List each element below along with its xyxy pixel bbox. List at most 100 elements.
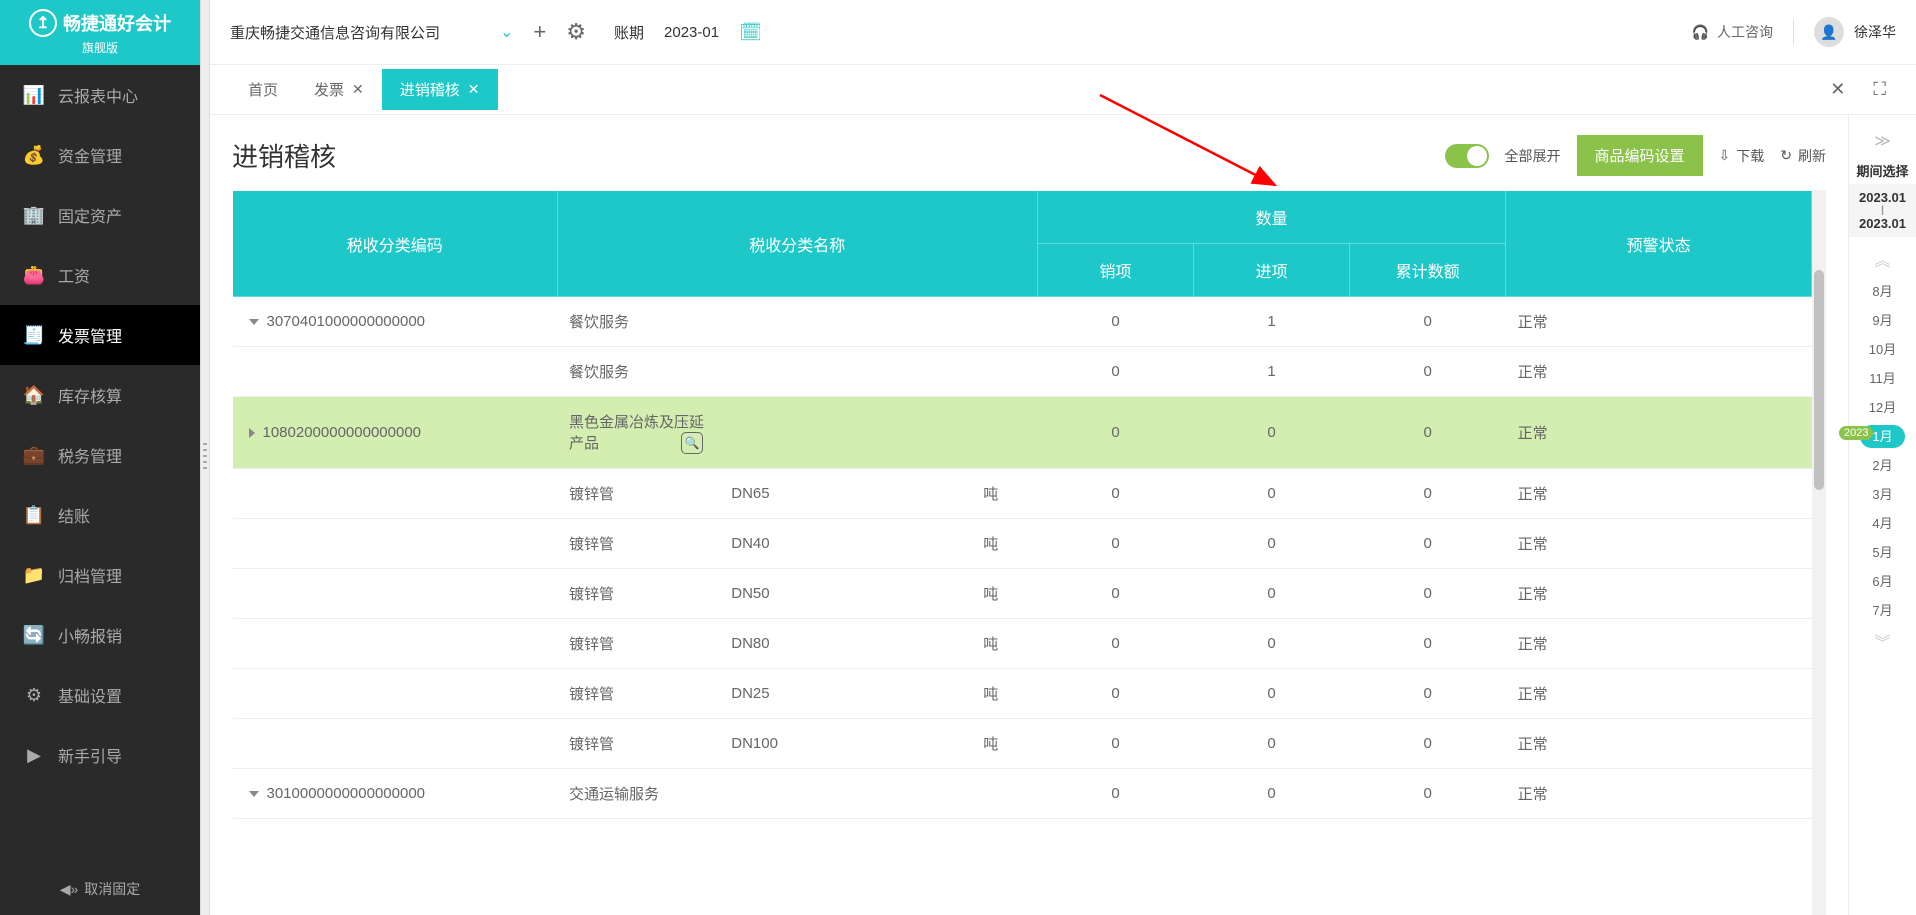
tree-toggle-icon[interactable] [249, 319, 259, 325]
period-collapse-icon[interactable]: ≫ [1868, 125, 1897, 157]
cell-purchase: 0 [1194, 769, 1350, 819]
th-purchase: 进项 [1194, 244, 1350, 297]
month-item[interactable]: 10月 [1869, 339, 1896, 358]
refresh-label: 刷新 [1798, 146, 1826, 166]
scrollbar[interactable] [1812, 190, 1826, 915]
company-name: 重庆畅捷交通信息咨询有限公司 [230, 22, 440, 43]
sidebar-item-6[interactable]: 💼税务管理 [0, 425, 200, 485]
sidebar-item-11[interactable]: ▶新手引导 [0, 725, 200, 785]
month-item[interactable]: 6月 [1872, 571, 1892, 590]
table-row[interactable]: 镀锌管 DN65 吨 0 0 0 正常 [233, 469, 1812, 519]
sidebar-item-7[interactable]: 📋结账 [0, 485, 200, 545]
period-down-icon[interactable]: ︾ [1870, 625, 1894, 657]
cell-purchase: 1 [1194, 297, 1350, 347]
add-button[interactable]: + [533, 19, 546, 45]
month-item[interactable]: 11月 [1869, 368, 1896, 387]
cell-cumulative: 0 [1350, 769, 1506, 819]
table-row[interactable]: 镀锌管 DN25 吨 0 0 0 正常 [233, 669, 1812, 719]
cell-spec [719, 297, 944, 347]
cell-unit [944, 347, 1038, 397]
month-item[interactable]: 4月 [1872, 513, 1892, 532]
table-row[interactable]: 镀锌管 DN50 吨 0 0 0 正常 [233, 569, 1812, 619]
sidebar-icon-8: 📁 [24, 565, 44, 585]
sidebar-item-10[interactable]: ⚙基础设置 [0, 665, 200, 725]
sidebar-item-4[interactable]: 🧾发票管理 [0, 305, 200, 365]
table-row[interactable]: 镀锌管 DN80 吨 0 0 0 正常 [233, 619, 1812, 669]
month-item[interactable]: 2月 [1872, 455, 1892, 474]
month-item[interactable]: 8月 [1872, 281, 1892, 300]
cell-status: 正常 [1506, 469, 1812, 519]
cell-unit: 吨 [944, 469, 1038, 519]
scrollbar-thumb[interactable] [1814, 270, 1824, 490]
period-to: 2023.01 [1853, 216, 1912, 231]
table-row[interactable]: 3070401000000000000 餐饮服务 0 1 0 正常 [233, 297, 1812, 347]
sidebar-item-3[interactable]: 👛工资 [0, 245, 200, 305]
refresh-button[interactable]: ↻ 刷新 [1780, 146, 1826, 166]
cell-unit: 吨 [944, 519, 1038, 569]
settings-icon[interactable]: ⚙ [566, 19, 586, 45]
close-all-tabs[interactable]: ✕ [1820, 79, 1855, 100]
sidebar-item-9[interactable]: 🔄小畅报销 [0, 605, 200, 665]
expand-all-label[interactable]: 全部展开 [1505, 146, 1561, 166]
month-item[interactable]: 12月 [1869, 397, 1896, 416]
tab-label-2: 进销稽核 [400, 79, 460, 100]
cell-status: 正常 [1506, 669, 1812, 719]
support-button[interactable]: 🎧 人工咨询 [1692, 22, 1773, 42]
table-row[interactable]: 1080200000000000000 黑色金属冶炼及压延产品🔍 0 0 0 正… [233, 397, 1812, 469]
tabs: 首页发票✕ 进销稽核 ✕ ✕ ⛶ [210, 65, 1916, 115]
cell-unit [944, 297, 1038, 347]
sidebar-item-5[interactable]: 🏠库存核算 [0, 365, 200, 425]
period-from: 2023.01 [1853, 190, 1912, 205]
table-row[interactable]: 3010000000000000000 交通运输服务 0 0 0 正常 [233, 769, 1812, 819]
cell-spec [719, 347, 944, 397]
fullscreen-icon[interactable]: ⛶ [1863, 79, 1896, 100]
product-code-settings-button[interactable]: 商品编码设置 [1577, 135, 1703, 176]
tab-2[interactable]: 进销稽核 ✕ [382, 69, 498, 110]
cell-status: 正常 [1506, 519, 1812, 569]
month-item[interactable]: 3月 [1872, 484, 1892, 503]
logo[interactable]: ↥ 畅捷通好会计 旗舰版 [0, 0, 200, 65]
expand-toggle[interactable] [1445, 144, 1489, 168]
month-item[interactable]: 9月 [1872, 310, 1892, 329]
tab-0[interactable]: 首页 [230, 69, 296, 110]
th-name: 税收分类名称 [557, 191, 1038, 297]
sidebar-item-0[interactable]: 📊云报表中心 [0, 65, 200, 125]
tab-1[interactable]: 发票✕ [296, 69, 382, 110]
tab-close-1[interactable]: ✕ [352, 81, 364, 98]
sidebar-item-1[interactable]: 💰资金管理 [0, 125, 200, 185]
company-selector[interactable]: 重庆畅捷交通信息咨询有限公司 ⌄ [230, 22, 513, 43]
chevron-down-icon: ⌄ [500, 22, 513, 42]
tree-toggle-icon[interactable] [249, 428, 255, 438]
period-range[interactable]: 2023.01 | 2023.01 [1849, 184, 1916, 237]
audit-table: 税收分类编码 税收分类名称 数量 预警状态 销项 进项 累计数额 [232, 190, 1812, 819]
sidebar-item-8[interactable]: 📁归档管理 [0, 545, 200, 605]
month-item[interactable]: 5月 [1872, 542, 1892, 561]
sidebar-label-3: 工资 [58, 263, 90, 287]
sidebar-label-2: 固定资产 [58, 203, 122, 227]
cell-sales: 0 [1038, 297, 1194, 347]
sidebar-icon-11: ▶ [24, 745, 44, 765]
cell-unit [944, 769, 1038, 819]
sidebar-unpin[interactable]: ◀» 取消固定 [0, 863, 200, 915]
tab-close-2[interactable]: ✕ [468, 81, 480, 98]
table-row[interactable]: 镀锌管 DN40 吨 0 0 0 正常 [233, 519, 1812, 569]
divider [1793, 20, 1794, 44]
th-sales: 销项 [1038, 244, 1194, 297]
month-item[interactable]: 7月 [1872, 600, 1892, 619]
cell-sales: 0 [1038, 769, 1194, 819]
sidebar-resize-handle[interactable] [200, 0, 210, 915]
sidebar-item-2[interactable]: 🏢固定资产 [0, 185, 200, 245]
row-search-icon[interactable]: 🔍 [681, 432, 703, 454]
table-row[interactable]: 镀锌管 DN100 吨 0 0 0 正常 [233, 719, 1812, 769]
user-menu[interactable]: 👤 徐泽华 [1814, 17, 1896, 47]
download-button[interactable]: ⇩ 下载 [1719, 146, 1765, 166]
cell-sales: 0 [1038, 519, 1194, 569]
sidebar-footer-label: 取消固定 [84, 879, 140, 899]
th-qty-group: 数量 [1038, 191, 1506, 244]
cell-cumulative: 0 [1350, 719, 1506, 769]
calendar-icon[interactable]: 🗓 [739, 22, 762, 43]
table-row[interactable]: 餐饮服务 0 1 0 正常 [233, 347, 1812, 397]
period-up-icon[interactable]: ︽ [1870, 243, 1894, 275]
tree-toggle-icon[interactable] [249, 791, 259, 797]
logo-title: 畅捷通好会计 [63, 10, 171, 36]
